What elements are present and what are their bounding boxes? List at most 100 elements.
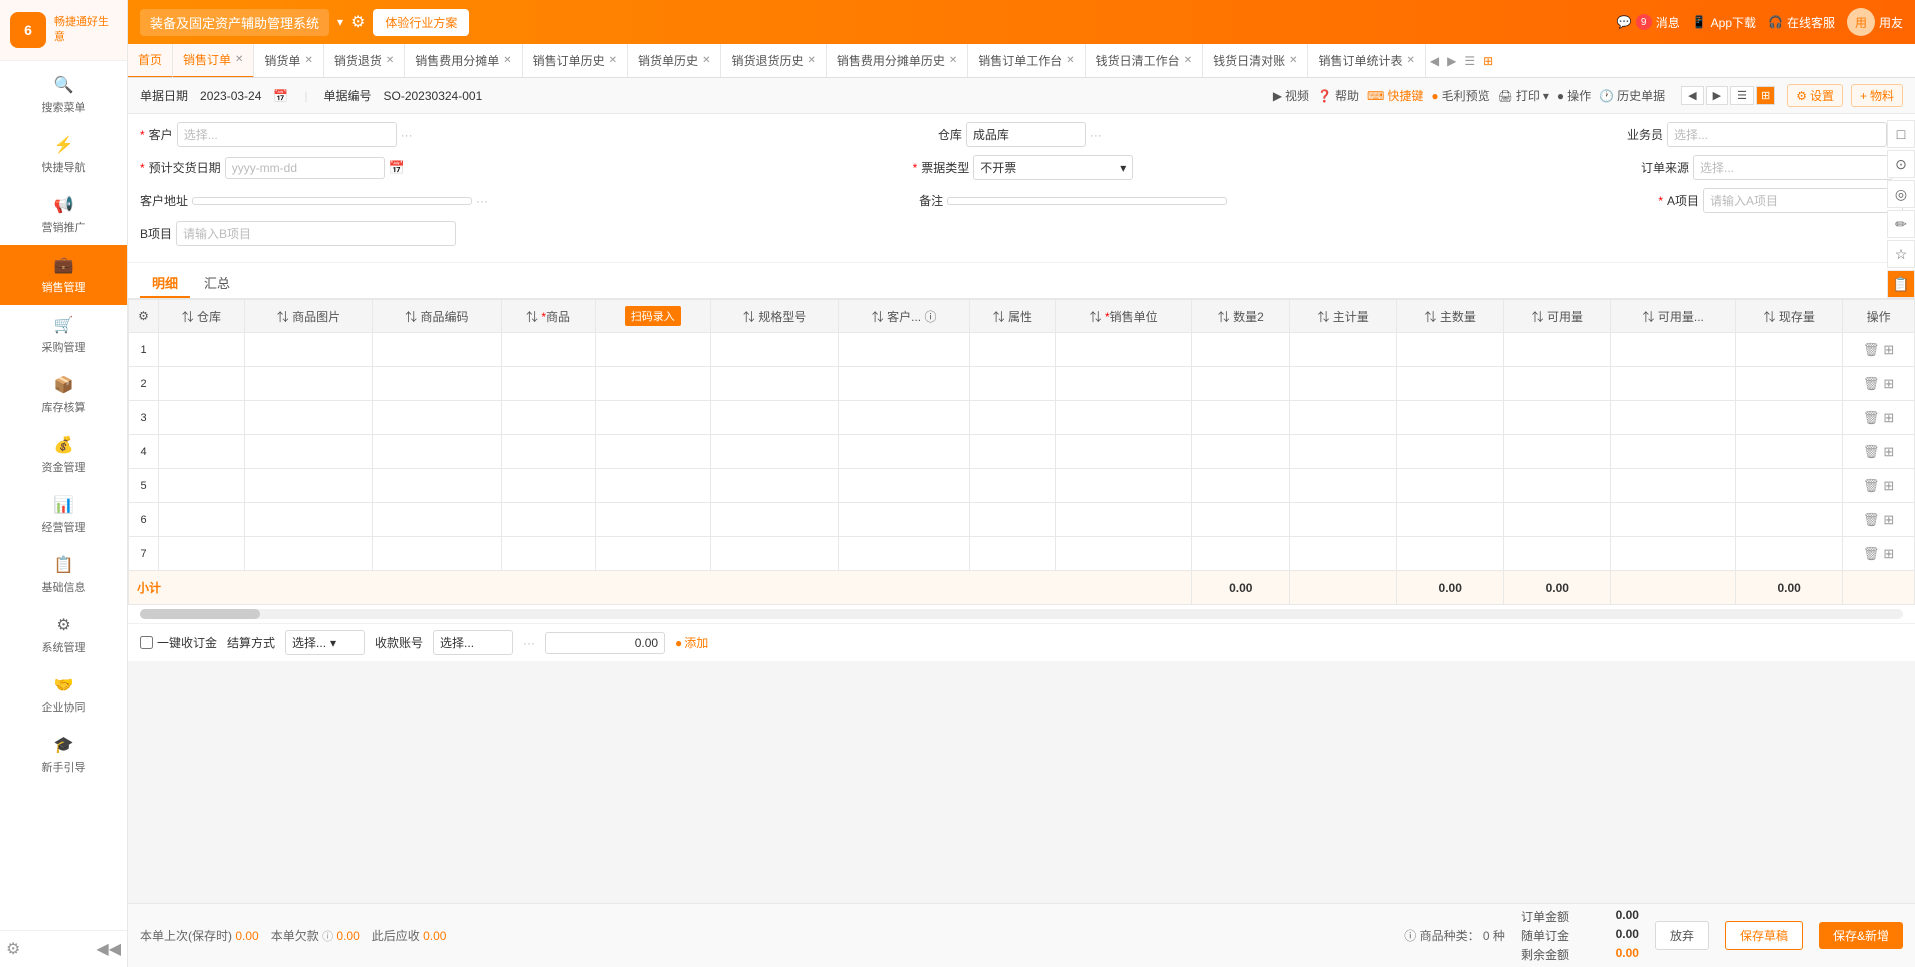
right-panel-btn-5[interactable]: ☆: [1887, 240, 1915, 268]
list-view-btn[interactable]: ☰: [1730, 86, 1754, 105]
solution-button[interactable]: 体验行业方案: [373, 9, 469, 36]
tab-sales-return[interactable]: 销货退货 ✕: [324, 44, 405, 78]
save-new-button[interactable]: 保存&新增: [1819, 922, 1903, 949]
right-panel-btn-3[interactable]: ◎: [1887, 180, 1915, 208]
customer-input[interactable]: 选择...: [177, 122, 397, 147]
one-click-checkbox-input[interactable]: [140, 636, 153, 649]
tab-sales-order-history[interactable]: 销售订单历史 ✕: [523, 44, 628, 78]
remark-input[interactable]: [947, 197, 1227, 205]
tab-sales-order[interactable]: 销售订单 ✕: [173, 44, 254, 78]
delete-icon[interactable]: 🗑: [1863, 342, 1880, 358]
shortcut-btn[interactable]: ⌨ 快捷键: [1367, 87, 1423, 104]
th-config[interactable]: ⚙: [129, 300, 159, 333]
account-dots[interactable]: ···: [523, 636, 535, 650]
tab-close-sales-return[interactable]: ✕: [386, 55, 394, 66]
delete-icon[interactable]: 🗑: [1863, 376, 1880, 392]
one-click-payment-checkbox[interactable]: 一键收订金: [140, 634, 217, 651]
scroll-thumb[interactable]: [140, 609, 260, 619]
tab-close-sales-stats[interactable]: ✕: [1407, 55, 1415, 66]
tab-return-history[interactable]: 销货退货历史 ✕: [721, 44, 826, 78]
tab-expand[interactable]: ⊞: [1479, 44, 1497, 78]
ops-btn[interactable]: ● 操作: [1557, 87, 1591, 104]
order-source-input[interactable]: 选择...: [1693, 155, 1893, 180]
delete-icon[interactable]: 🗑: [1863, 478, 1880, 494]
discard-button[interactable]: 放弃: [1655, 921, 1709, 950]
delete-icon[interactable]: 🗑: [1863, 410, 1880, 426]
payment-method-select[interactable]: 选择... ▾: [285, 630, 365, 655]
address-dots[interactable]: ···: [476, 194, 488, 208]
collapse-icon[interactable]: ◀◀: [96, 939, 121, 959]
tab-prev[interactable]: ◀: [1426, 44, 1443, 78]
add-material-btn[interactable]: + 物料: [1851, 84, 1903, 107]
tab-detail[interactable]: 明细: [140, 269, 190, 298]
notification-btn[interactable]: 💬 9 消息: [1617, 14, 1680, 31]
right-panel-btn-4[interactable]: ✏: [1887, 210, 1915, 238]
sidebar-item-basicinfo[interactable]: 📋 基础信息: [0, 545, 127, 605]
profit-preview-btn[interactable]: ● 毛利预览: [1431, 87, 1489, 104]
view-btn[interactable]: ▶ 视频: [1273, 87, 1309, 104]
app-download-btn[interactable]: 📱 App下载: [1692, 14, 1756, 31]
customer-dots[interactable]: ···: [401, 128, 413, 142]
delete-icon[interactable]: 🗑: [1863, 546, 1880, 562]
tab-close-return-history[interactable]: ✕: [807, 55, 815, 66]
help-btn[interactable]: ❓ 帮助: [1317, 87, 1359, 104]
right-panel-btn-1[interactable]: □: [1887, 120, 1915, 148]
right-panel-btn-6[interactable]: 📋: [1887, 270, 1915, 298]
delete-icon[interactable]: 🗑: [1863, 444, 1880, 460]
copy-icon[interactable]: ⊞: [1883, 546, 1894, 562]
print-dropdown-icon[interactable]: ▾: [1543, 89, 1549, 103]
copy-icon[interactable]: ⊞: [1883, 478, 1894, 494]
sidebar-item-quicknav[interactable]: ⚡ 快捷导航: [0, 125, 127, 185]
amount-input[interactable]: 0.00: [545, 632, 665, 654]
settings-header-icon[interactable]: ⚙: [351, 12, 365, 32]
dropdown-arrow-icon[interactable]: ▾: [337, 15, 343, 29]
tab-daily-reconcile[interactable]: 钱货日清对账 ✕: [1203, 44, 1308, 78]
tab-order-workbench[interactable]: 销售订单工作台 ✕: [968, 44, 1085, 78]
tab-goods-history[interactable]: 销货单历史 ✕: [628, 44, 721, 78]
tab-next[interactable]: ▶: [1443, 44, 1460, 78]
tab-menu[interactable]: ☰: [1460, 44, 1479, 78]
tab-sales-goods[interactable]: 销货单 ✕: [254, 44, 323, 78]
a-project-input[interactable]: 请输入A项目: [1703, 188, 1903, 213]
right-panel-btn-2[interactable]: ⊙: [1887, 150, 1915, 178]
invoice-type-select[interactable]: 不开票 ▾: [973, 155, 1133, 180]
tab-close-daily-reconcile[interactable]: ✕: [1289, 55, 1297, 66]
copy-icon[interactable]: ⊞: [1883, 376, 1894, 392]
tab-close-cost-history[interactable]: ✕: [949, 55, 957, 66]
history-btn[interactable]: 🕐 历史单据: [1599, 87, 1665, 104]
next-record-btn[interactable]: ▶: [1706, 86, 1728, 105]
scan-btn[interactable]: 扫码录入: [625, 306, 681, 326]
warehouse-dots[interactable]: ···: [1090, 128, 1102, 142]
tab-daily-workbench[interactable]: 钱货日清工作台 ✕: [1086, 44, 1203, 78]
user-btn[interactable]: 用 用友: [1847, 8, 1903, 36]
calendar2-icon[interactable]: 📅: [389, 160, 405, 176]
warehouse-input[interactable]: 成品库: [966, 122, 1086, 147]
tab-cost-history[interactable]: 销售费用分摊单历史 ✕: [827, 44, 968, 78]
tab-summary[interactable]: 汇总: [192, 269, 242, 298]
save-draft-button[interactable]: 保存草稿: [1725, 921, 1803, 950]
calendar-icon[interactable]: 📅: [273, 89, 288, 103]
grid-view-btn[interactable]: ⊞: [1756, 86, 1775, 105]
copy-icon[interactable]: ⊞: [1883, 410, 1894, 426]
sidebar-item-syssettings[interactable]: ⚙ 系统管理: [0, 605, 127, 665]
tab-close-sales-cost[interactable]: ✕: [503, 55, 511, 66]
tab-sales-stats[interactable]: 销售订单统计表 ✕: [1308, 44, 1425, 78]
tab-close-sales-goods[interactable]: ✕: [304, 55, 312, 66]
print-btn[interactable]: 🖨 打印 ▾: [1498, 87, 1549, 104]
delivery-date-input[interactable]: yyyy-mm-dd: [225, 157, 385, 179]
add-payment-btn[interactable]: ● 添加: [675, 634, 708, 651]
tab-close-order-workbench[interactable]: ✕: [1066, 55, 1074, 66]
sidebar-item-search[interactable]: 🔍 搜索菜单: [0, 65, 127, 125]
sidebar-item-inventory[interactable]: 📦 库存核算: [0, 365, 127, 425]
sidebar-item-sales[interactable]: 💼 销售管理: [0, 245, 127, 305]
sidebar-item-operations[interactable]: 📊 经营管理: [0, 485, 127, 545]
copy-icon[interactable]: ⊞: [1883, 444, 1894, 460]
sidebar-item-finance[interactable]: 💰 资金管理: [0, 425, 127, 485]
sidebar-item-marketing[interactable]: 📢 营销推广: [0, 185, 127, 245]
tab-close-daily-workbench[interactable]: ✕: [1184, 55, 1192, 66]
setting-icon-btn[interactable]: ⚙ 设置: [1787, 84, 1843, 107]
copy-icon[interactable]: ⊞: [1883, 342, 1894, 358]
copy-icon[interactable]: ⊞: [1883, 512, 1894, 528]
gear-icon[interactable]: ⚙: [6, 939, 20, 959]
address-input[interactable]: [192, 197, 472, 205]
